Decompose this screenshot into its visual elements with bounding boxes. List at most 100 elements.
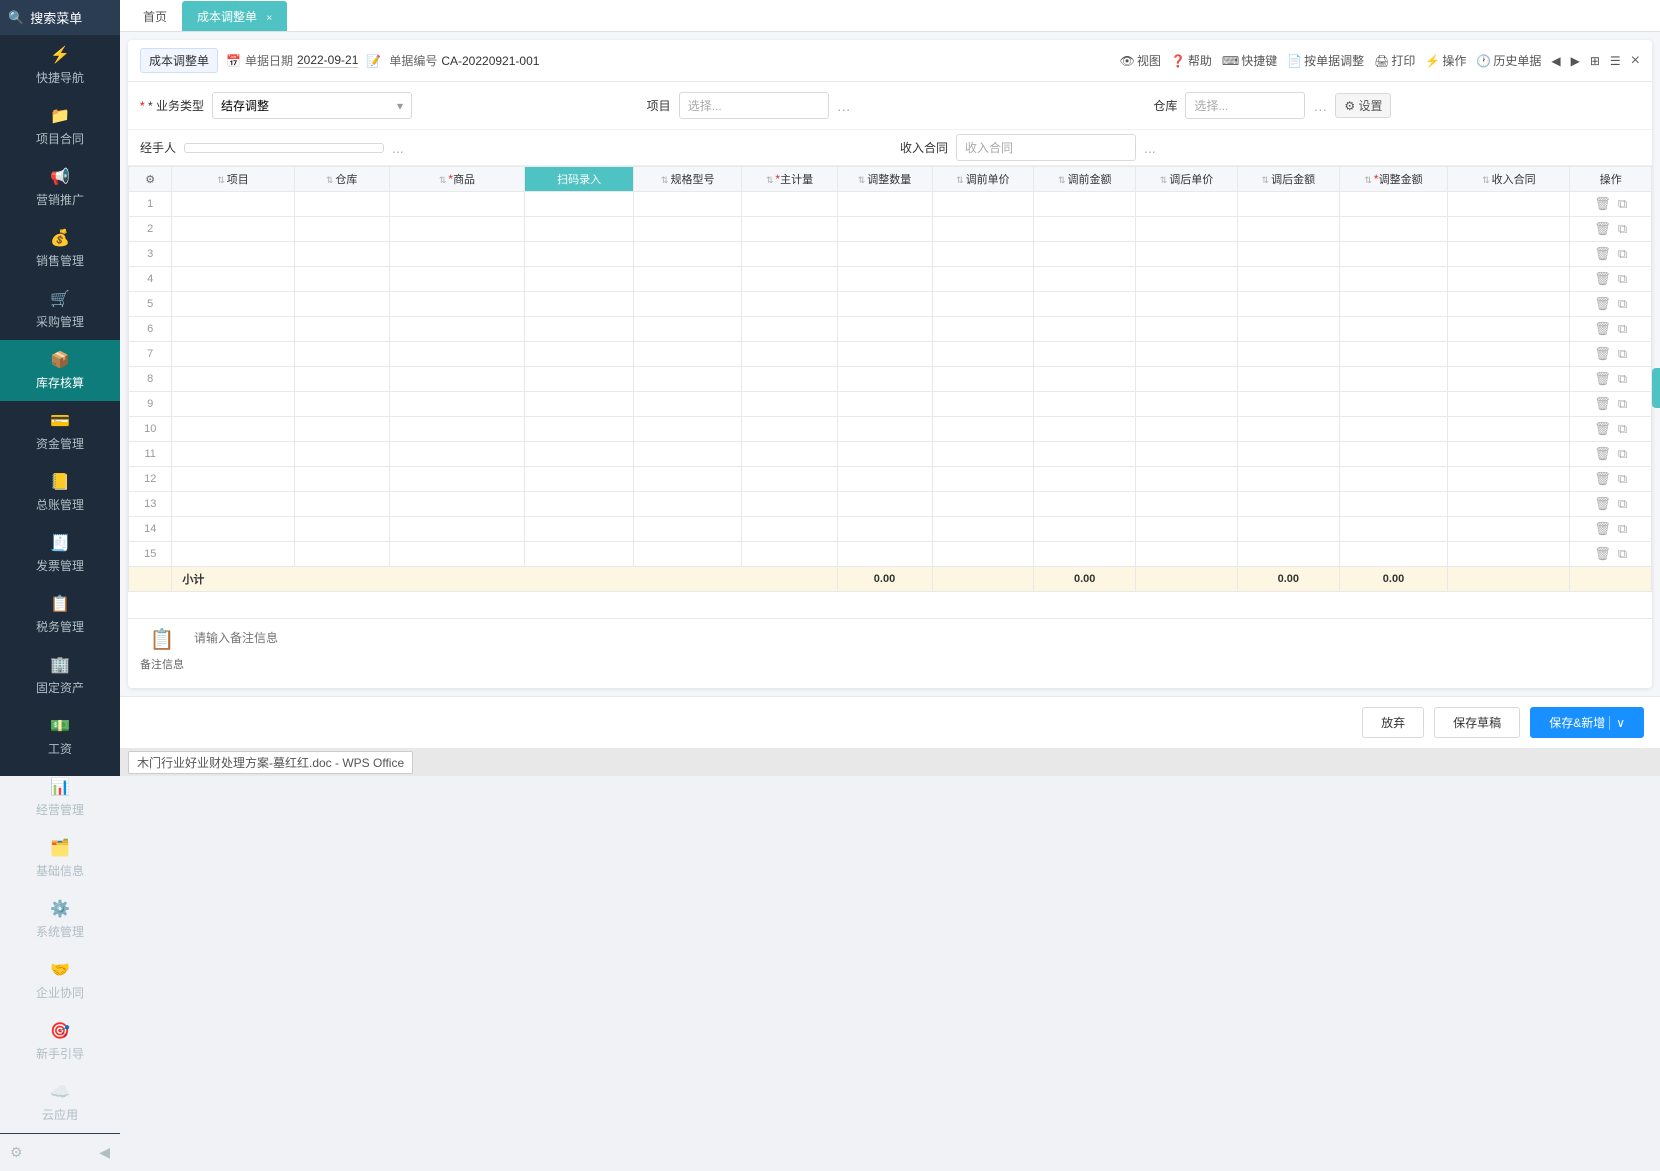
sidebar-item-tax[interactable]: 📋税务管理 bbox=[0, 584, 120, 645]
doc-adjust-btn[interactable]: 📄 按单据调整 bbox=[1287, 52, 1364, 69]
row-2-price-after[interactable] bbox=[1136, 217, 1238, 242]
row-7-goods[interactable] bbox=[389, 342, 525, 367]
row-8-price-after[interactable] bbox=[1136, 367, 1238, 392]
sidebar-item-purchase[interactable]: 🛒采购管理 bbox=[0, 279, 120, 340]
history-btn[interactable]: 🕐 历史单据 bbox=[1476, 52, 1541, 69]
row-15-adj-amount[interactable] bbox=[1339, 542, 1448, 567]
row-15-spec[interactable] bbox=[633, 542, 742, 567]
row-7-amount-after[interactable] bbox=[1237, 342, 1339, 367]
row-8-adj-amount[interactable] bbox=[1339, 367, 1448, 392]
col-unit-header[interactable]: ⇅*主计量 bbox=[742, 167, 837, 192]
close-button[interactable]: × bbox=[1631, 52, 1640, 70]
row-4-price-before[interactable] bbox=[932, 267, 1034, 292]
row-8-warehouse[interactable] bbox=[294, 367, 389, 392]
row-9-scan[interactable] bbox=[525, 392, 634, 417]
row-14-goods[interactable] bbox=[389, 517, 525, 542]
project-dots[interactable]: … bbox=[837, 98, 851, 114]
row-8-amount-after[interactable] bbox=[1237, 367, 1339, 392]
row-3-copy-icon[interactable]: ⧉ bbox=[1618, 246, 1627, 261]
row-2-project[interactable] bbox=[172, 217, 294, 242]
sidebar-item-ledger[interactable]: 📒总账管理 bbox=[0, 462, 120, 523]
row-2-unit[interactable] bbox=[742, 217, 837, 242]
biz-type-select[interactable]: 结存调整 ▾ bbox=[212, 92, 412, 119]
row-5-amount-after[interactable] bbox=[1237, 292, 1339, 317]
row-3-delete-icon[interactable]: 🗑 bbox=[1594, 246, 1611, 261]
row-6-delete-icon[interactable]: 🗑 bbox=[1594, 321, 1611, 336]
row-7-price-after[interactable] bbox=[1136, 342, 1238, 367]
row-11-price-after[interactable] bbox=[1136, 442, 1238, 467]
sidebar-item-invoice[interactable]: 🧾发票管理 bbox=[0, 523, 120, 584]
row-1-amount-after[interactable] bbox=[1237, 192, 1339, 217]
grid-view-icon[interactable]: ⊞ bbox=[1590, 54, 1600, 68]
project-input[interactable]: 选择... bbox=[679, 92, 829, 119]
row-15-amount-before[interactable] bbox=[1034, 542, 1136, 567]
row-9-delete-icon[interactable]: 🗑 bbox=[1594, 396, 1611, 411]
row-15-income-contract[interactable] bbox=[1448, 542, 1570, 567]
row-10-amount-before[interactable] bbox=[1034, 417, 1136, 442]
row-11-scan[interactable] bbox=[525, 442, 634, 467]
row-15-project[interactable] bbox=[172, 542, 294, 567]
row-11-copy-icon[interactable]: ⧉ bbox=[1618, 446, 1627, 461]
row-14-unit[interactable] bbox=[742, 517, 837, 542]
row-1-scan[interactable] bbox=[525, 192, 634, 217]
row-2-income-contract[interactable] bbox=[1448, 217, 1570, 242]
row-2-copy-icon[interactable]: ⧉ bbox=[1618, 221, 1627, 236]
row-12-spec[interactable] bbox=[633, 467, 742, 492]
row-14-amount-after[interactable] bbox=[1237, 517, 1339, 542]
row-9-spec[interactable] bbox=[633, 392, 742, 417]
row-14-project[interactable] bbox=[172, 517, 294, 542]
row-10-goods[interactable] bbox=[389, 417, 525, 442]
row-6-price-before[interactable] bbox=[932, 317, 1034, 342]
row-1-qty[interactable] bbox=[837, 192, 932, 217]
col-scan-header[interactable]: 扫码录入 bbox=[525, 167, 634, 192]
row-12-copy-icon[interactable]: ⧉ bbox=[1618, 471, 1627, 486]
row-2-amount-after[interactable] bbox=[1237, 217, 1339, 242]
row-9-adj-amount[interactable] bbox=[1339, 392, 1448, 417]
row-13-amount-after[interactable] bbox=[1237, 492, 1339, 517]
row-12-amount-after[interactable] bbox=[1237, 467, 1339, 492]
row-15-unit[interactable] bbox=[742, 542, 837, 567]
row-9-income-contract[interactable] bbox=[1448, 392, 1570, 417]
row-11-adj-amount[interactable] bbox=[1339, 442, 1448, 467]
col-income-header[interactable]: ⇅收入合同 bbox=[1448, 167, 1570, 192]
sidebar-item-system[interactable]: ⚙️系统管理 bbox=[0, 889, 120, 950]
row-2-scan[interactable] bbox=[525, 217, 634, 242]
row-5-amount-before[interactable] bbox=[1034, 292, 1136, 317]
row-14-income-contract[interactable] bbox=[1448, 517, 1570, 542]
row-11-income-contract[interactable] bbox=[1448, 442, 1570, 467]
date-value[interactable]: 2022-09-21 bbox=[297, 53, 358, 68]
row-7-spec[interactable] bbox=[633, 342, 742, 367]
row-6-project[interactable] bbox=[172, 317, 294, 342]
handler-input[interactable] bbox=[184, 143, 384, 153]
row-11-project[interactable] bbox=[172, 442, 294, 467]
sidebar-item-marketing[interactable]: 📢营销推广 bbox=[0, 157, 120, 218]
row-3-price-after[interactable] bbox=[1136, 242, 1238, 267]
row-2-qty[interactable] bbox=[837, 217, 932, 242]
row-2-amount-before[interactable] bbox=[1034, 217, 1136, 242]
row-10-copy-icon[interactable]: ⧉ bbox=[1618, 421, 1627, 436]
nav-prev-icon[interactable]: ◀ bbox=[1551, 54, 1560, 68]
save-draft-button[interactable]: 保存草稿 bbox=[1434, 707, 1520, 738]
row-5-copy-icon[interactable]: ⧉ bbox=[1618, 296, 1627, 311]
row-15-warehouse[interactable] bbox=[294, 542, 389, 567]
row-6-amount-before[interactable] bbox=[1034, 317, 1136, 342]
row-13-adj-amount[interactable] bbox=[1339, 492, 1448, 517]
income-contract-input[interactable]: 收入合同 bbox=[956, 134, 1136, 161]
row-3-income-contract[interactable] bbox=[1448, 242, 1570, 267]
row-15-amount-after[interactable] bbox=[1237, 542, 1339, 567]
row-4-goods[interactable] bbox=[389, 267, 525, 292]
row-1-amount-before[interactable] bbox=[1034, 192, 1136, 217]
row-5-adj-amount[interactable] bbox=[1339, 292, 1448, 317]
row-9-warehouse[interactable] bbox=[294, 392, 389, 417]
tab-close-icon[interactable]: × bbox=[266, 13, 272, 24]
row-3-scan[interactable] bbox=[525, 242, 634, 267]
row-9-qty[interactable] bbox=[837, 392, 932, 417]
row-1-copy-icon[interactable]: ⧉ bbox=[1618, 196, 1627, 211]
row-14-copy-icon[interactable]: ⧉ bbox=[1618, 521, 1627, 536]
row-1-project[interactable] bbox=[172, 192, 294, 217]
row-3-warehouse[interactable] bbox=[294, 242, 389, 267]
row-4-income-contract[interactable] bbox=[1448, 267, 1570, 292]
row-11-delete-icon[interactable]: 🗑 bbox=[1594, 446, 1611, 461]
row-7-income-contract[interactable] bbox=[1448, 342, 1570, 367]
row-7-price-before[interactable] bbox=[932, 342, 1034, 367]
